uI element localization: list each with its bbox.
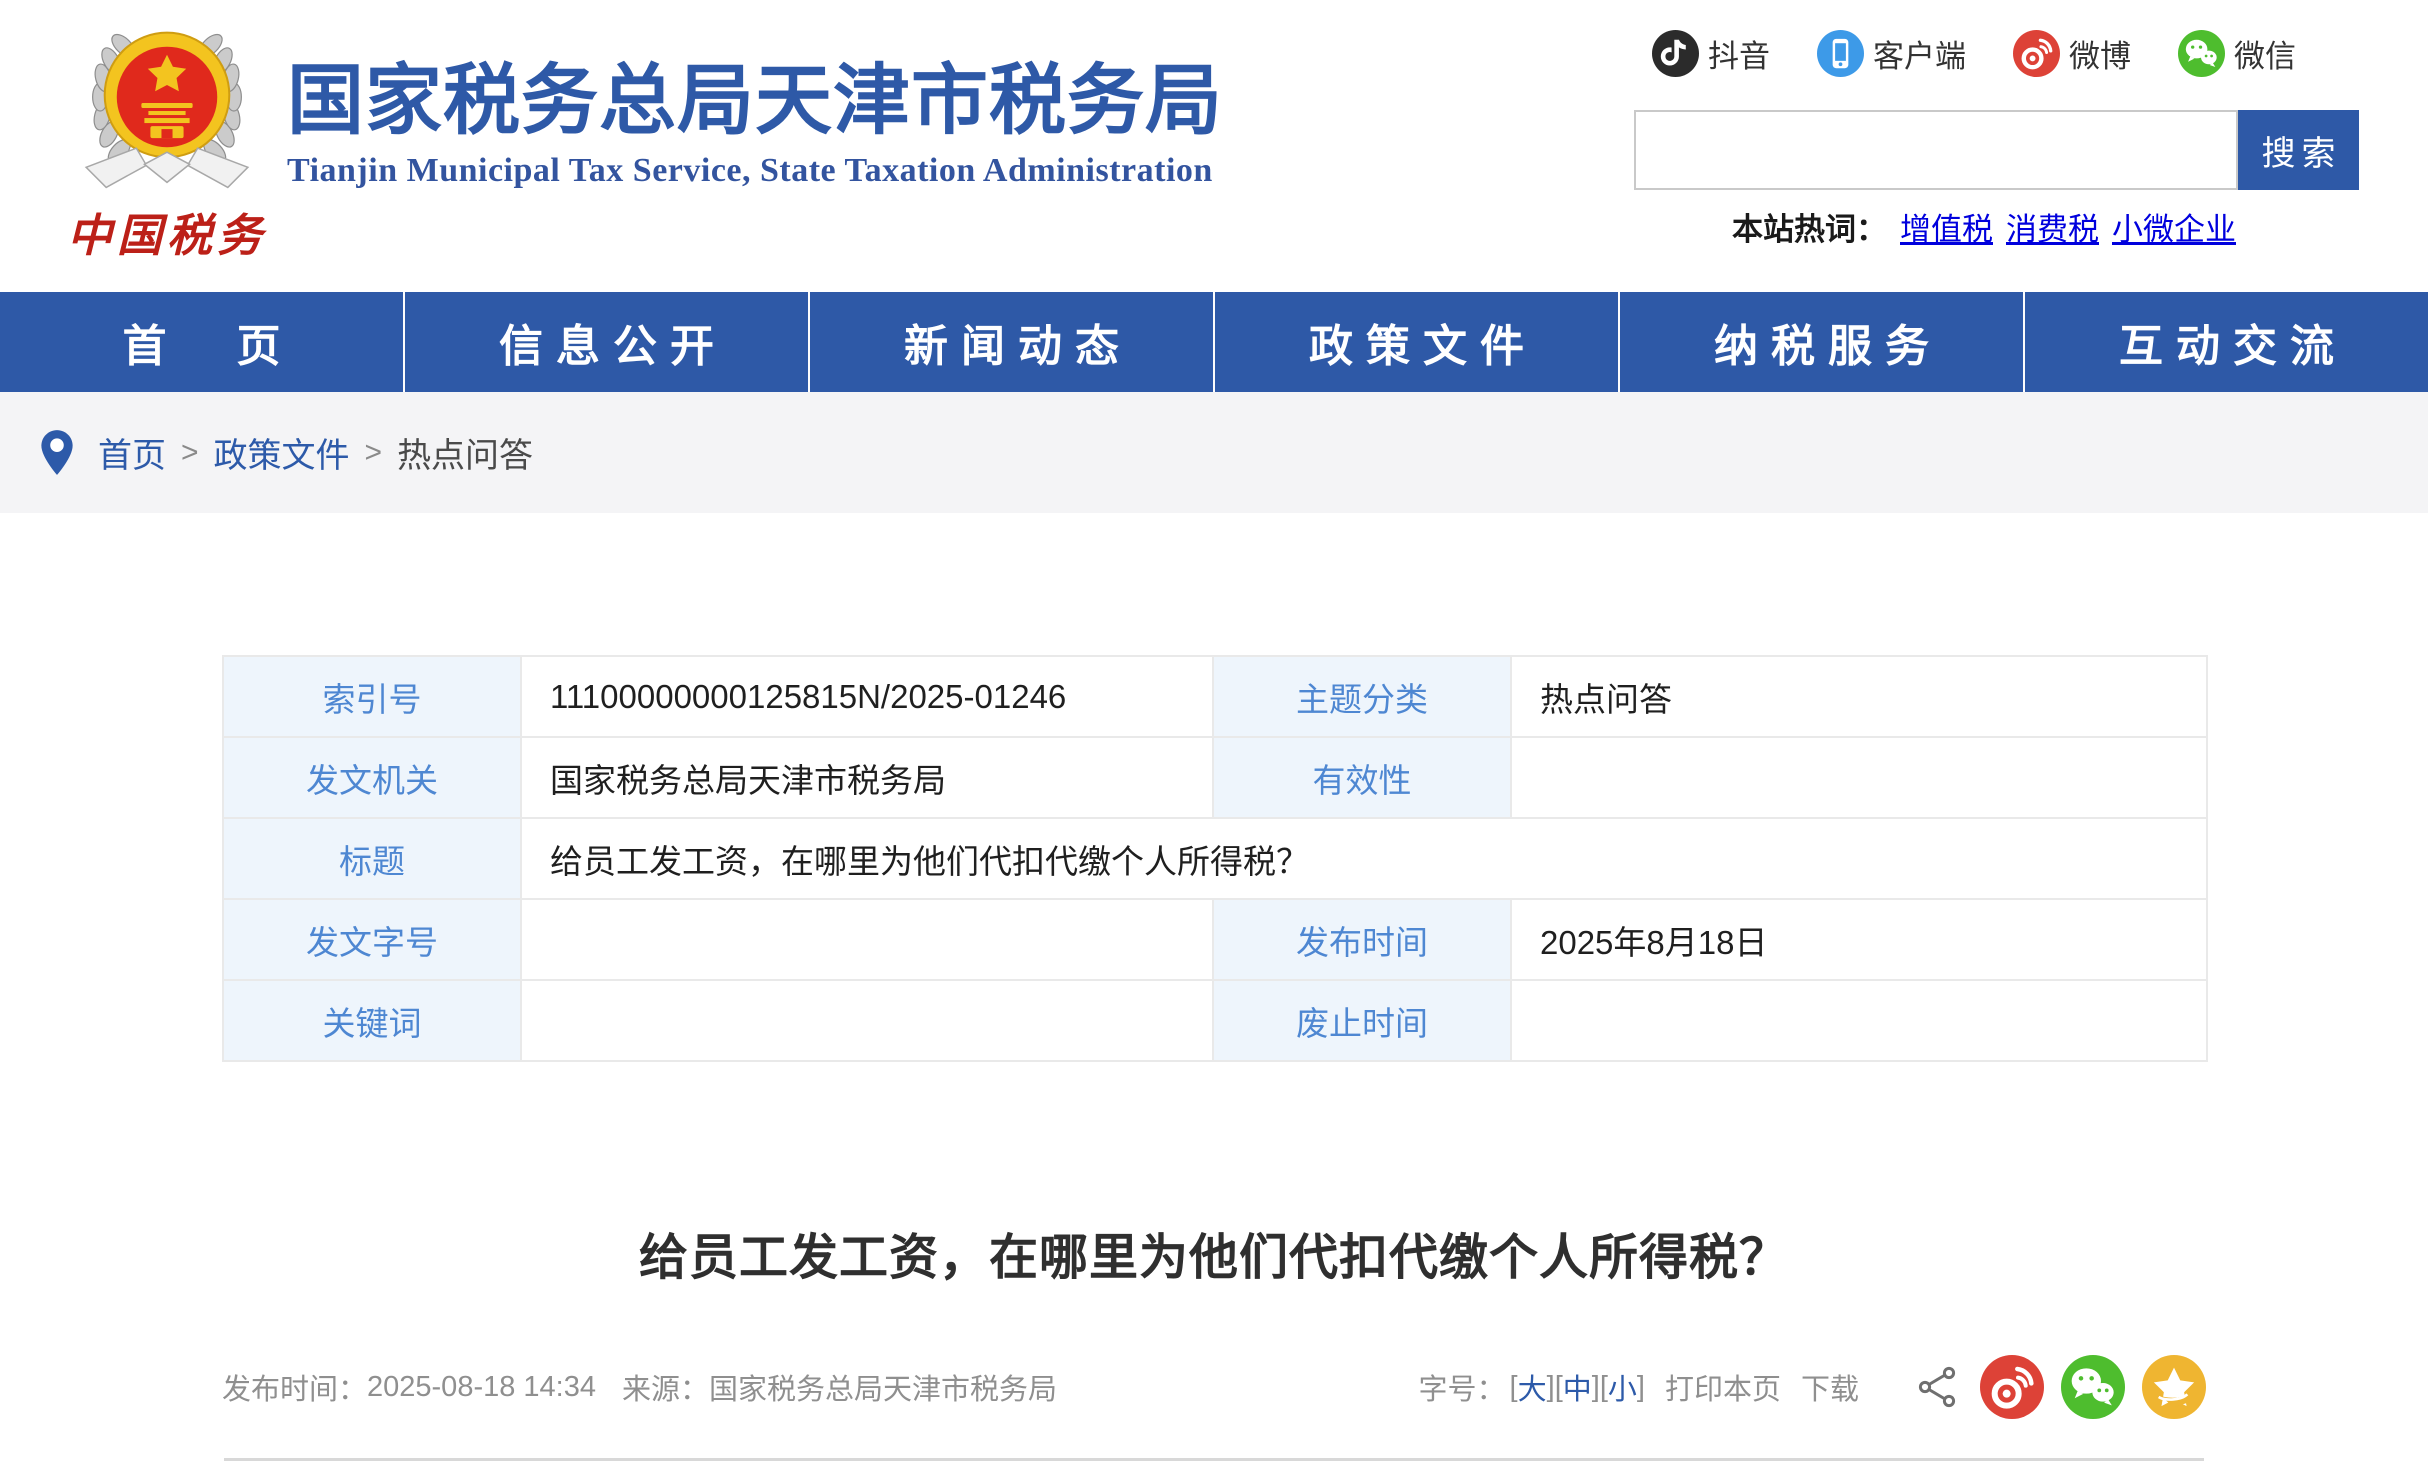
hot-word-link-small-business[interactable]: 小微企业: [2112, 204, 2236, 249]
douyin-icon: [1652, 30, 1699, 77]
breadcrumb-current-page: 热点问答: [397, 428, 533, 477]
client-app-icon: [1817, 30, 1864, 77]
meta-label-publish-date: 发布时间: [1213, 899, 1511, 980]
meta-row-keywords: 关键词 废止时间: [223, 980, 2207, 1061]
breadcrumb: 首页 > 政策文件 > 热点问答: [0, 392, 2428, 513]
nav-item-news[interactable]: 新闻动态: [808, 292, 1213, 392]
article-publish-info: 发布时间： 2025-08-18 14:34 来源： 国家税务总局天津市税务局: [222, 1366, 1057, 1408]
bracket: [: [1555, 1371, 1563, 1404]
search-bar: 搜索: [1634, 110, 2359, 190]
hot-word-link-vat[interactable]: 增值税: [1900, 204, 1993, 249]
nav-item-tax-services[interactable]: 纳税服务: [1618, 292, 2023, 392]
breadcrumb-separator: >: [181, 436, 199, 470]
meta-label-validity: 有效性: [1213, 737, 1511, 818]
bracket: ]: [1637, 1371, 1645, 1404]
meta-value-index-number: 11100000000125815N/2025-01246: [521, 656, 1213, 737]
share-button[interactable]: [1915, 1363, 1963, 1411]
share-buttons: [1915, 1355, 2206, 1419]
meta-value-topic-category: 热点问答: [1511, 656, 2207, 737]
meta-label-title: 标题: [223, 818, 521, 899]
site-header: 中国税务 国家税务总局天津市税务局 Tianjin Municipal Tax …: [0, 0, 2428, 292]
print-page-button[interactable]: 打印本页: [1665, 1366, 1781, 1408]
meta-value-publish-date: 2025年8月18日: [1511, 899, 2207, 980]
article-title: 给员工发工资，在哪里为他们代扣代缴个人所得税？: [222, 1218, 2206, 1289]
site-title: 国家税务总局天津市税务局: [287, 58, 1223, 144]
font-size-small-button[interactable]: 小: [1608, 1366, 1637, 1408]
main-nav: 首 页 信息公开 新闻动态 政策文件 纳税服务 互动交流: [0, 292, 2428, 392]
share-qzone-button[interactable]: [2142, 1355, 2206, 1419]
bracket: ]: [1592, 1371, 1600, 1404]
qzone-star-icon: [2142, 1355, 2206, 1419]
social-label: 抖音: [1708, 31, 1770, 76]
source-label: 来源：: [622, 1366, 709, 1408]
nav-item-policy-documents[interactable]: 政策文件: [1213, 292, 1618, 392]
social-link-douyin[interactable]: 抖音: [1652, 30, 1770, 77]
breadcrumb-separator: >: [365, 436, 383, 470]
meta-row-title: 标题 给员工发工资，在哪里为他们代扣代缴个人所得税？: [223, 818, 2207, 899]
nav-item-interaction[interactable]: 互动交流: [2023, 292, 2428, 392]
share-icon: [1915, 1363, 1963, 1411]
tax-emblem-icon: [64, 16, 270, 200]
hot-words: 本站热词： 增值税 消费税 小微企业: [1732, 204, 2236, 249]
social-link-wechat[interactable]: 微信: [2178, 30, 2296, 77]
bracket: ]: [1547, 1371, 1555, 1404]
breadcrumb-link-home[interactable]: 首页: [98, 428, 166, 477]
social-label: 微博: [2069, 31, 2131, 76]
font-size-label: 字号：: [1419, 1366, 1506, 1408]
meta-value-title: 给员工发工资，在哪里为他们代扣代缴个人所得税？: [521, 818, 2207, 899]
weibo-share-icon: [1980, 1355, 2044, 1419]
hot-words-label: 本站热词：: [1732, 204, 1887, 249]
social-links: 抖音 客户端 微博: [1652, 30, 2296, 77]
share-weibo-button[interactable]: [1980, 1355, 2044, 1419]
wechat-share-icon: [2061, 1355, 2125, 1419]
site-subtitle: Tianjin Municipal Tax Service, State Tax…: [287, 152, 1223, 190]
nav-item-home[interactable]: 首 页: [0, 292, 403, 392]
bracket: [: [1600, 1371, 1608, 1404]
publish-time-value: 2025-08-18 14:34: [367, 1371, 596, 1404]
font-size-medium-button[interactable]: 中: [1563, 1366, 1592, 1408]
article-meta-row: 发布时间： 2025-08-18 14:34 来源： 国家税务总局天津市税务局 …: [222, 1348, 2206, 1426]
location-pin-icon: [38, 428, 76, 478]
wechat-icon: [2178, 30, 2225, 77]
meta-label-doc-number: 发文字号: [223, 899, 521, 980]
meta-label-repeal-date: 废止时间: [1213, 980, 1511, 1061]
meta-label-keywords: 关键词: [223, 980, 521, 1061]
content-divider: [224, 1458, 2204, 1461]
social-link-client-app[interactable]: 客户端: [1817, 30, 1966, 77]
bracket: [: [1510, 1371, 1518, 1404]
article-tools: 字号： [大][中][小] 打印本页 下载: [1419, 1355, 2206, 1419]
social-link-weibo[interactable]: 微博: [2013, 30, 2131, 77]
font-size-large-button[interactable]: 大: [1518, 1366, 1547, 1408]
document-meta-table: 索引号 11100000000125815N/2025-01246 主题分类 热…: [222, 655, 2208, 1062]
download-button[interactable]: 下载: [1801, 1366, 1859, 1408]
search-input[interactable]: [1634, 110, 2238, 190]
meta-value-issuing-agency: 国家税务总局天津市税务局: [521, 737, 1213, 818]
meta-label-issuing-agency: 发文机关: [223, 737, 521, 818]
social-label: 微信: [2234, 31, 2296, 76]
meta-label-index-number: 索引号: [223, 656, 521, 737]
meta-value-doc-number: [521, 899, 1213, 980]
font-size-controls: [大][中][小]: [1510, 1366, 1645, 1408]
meta-row-doc-number: 发文字号 发布时间 2025年8月18日: [223, 899, 2207, 980]
hot-word-link-consumption-tax[interactable]: 消费税: [2006, 204, 2099, 249]
publish-time-label: 发布时间：: [222, 1366, 367, 1408]
search-button[interactable]: 搜索: [2238, 110, 2359, 190]
site-title-block: 国家税务总局天津市税务局 Tianjin Municipal Tax Servi…: [287, 58, 1223, 190]
meta-value-keywords: [521, 980, 1213, 1061]
weibo-icon: [2013, 30, 2060, 77]
breadcrumb-link-policy-documents[interactable]: 政策文件: [214, 428, 350, 477]
site-logo[interactable]: 中国税务: [60, 16, 274, 264]
nav-item-info-disclosure[interactable]: 信息公开: [403, 292, 808, 392]
logo-script-text: 中国税务: [60, 199, 274, 264]
meta-label-topic-category: 主题分类: [1213, 656, 1511, 737]
share-wechat-button[interactable]: [2061, 1355, 2125, 1419]
meta-value-validity: [1511, 737, 2207, 818]
meta-value-repeal-date: [1511, 980, 2207, 1061]
source-value: 国家税务总局天津市税务局: [709, 1366, 1057, 1408]
social-label: 客户端: [1873, 31, 1966, 76]
meta-row-index: 索引号 11100000000125815N/2025-01246 主题分类 热…: [223, 656, 2207, 737]
meta-row-issuer: 发文机关 国家税务总局天津市税务局 有效性: [223, 737, 2207, 818]
